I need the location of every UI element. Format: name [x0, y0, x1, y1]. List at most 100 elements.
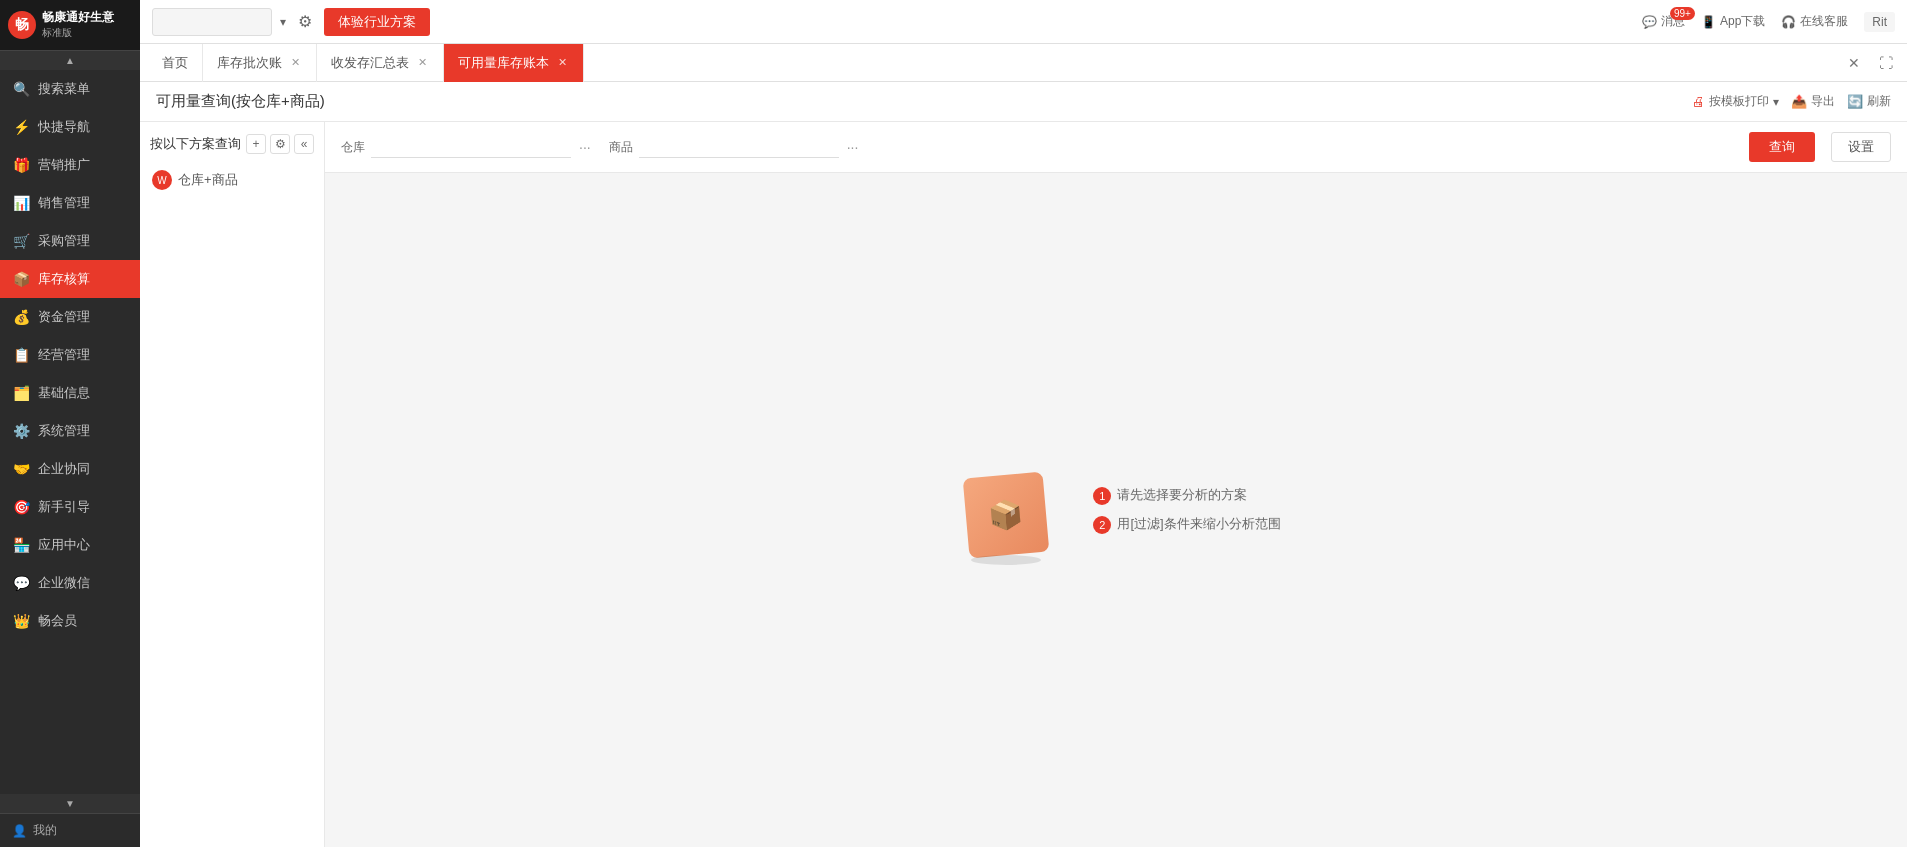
export-label: 导出 [1811, 93, 1835, 110]
search-icon: 🔍 [12, 81, 30, 97]
member-icon: 👑 [12, 613, 30, 629]
scheme-collapse-btn[interactable]: « [294, 134, 314, 154]
topbar: ▾ ⚙ 体验行业方案 💬 消息 99+ 📱 App下载 🎧 在线客服 Rit [140, 0, 1907, 44]
system-icon: ⚙️ [12, 423, 30, 439]
sidebar-item-newbie[interactable]: 🎯 新手引导 [0, 488, 140, 526]
msg-badge: 99+ [1670, 7, 1695, 20]
sidebar-label-system: 系统管理 [38, 422, 90, 440]
topbar-dropdown[interactable]: ▾ [280, 15, 286, 29]
sidebar-label-sales: 销售管理 [38, 194, 90, 212]
sidebar-item-apps[interactable]: 🏪 应用中心 [0, 526, 140, 564]
sidebar-label-enterprise: 企业协同 [38, 460, 90, 478]
scheme-add-btn[interactable]: + [246, 134, 266, 154]
sidebar-label-basic: 基础信息 [38, 384, 90, 402]
enterprise-icon: 🤝 [12, 461, 30, 477]
sidebar-label-apps: 应用中心 [38, 536, 90, 554]
page-header-actions: 🖨 按模板打印 ▾ 📤 导出 🔄 刷新 [1692, 93, 1891, 110]
warehouse-more-icon[interactable]: ··· [577, 139, 593, 155]
topbar-user[interactable]: Rit [1864, 12, 1895, 32]
empty-shadow [971, 555, 1041, 565]
tab-close-available-ledger[interactable]: ✕ [555, 56, 569, 70]
filter-row: 仓库 ··· 商品 ··· 查询 设置 [325, 122, 1907, 173]
sidebar-nav: 🔍 搜索菜单 ⚡ 快捷导航 🎁 营销推广 📊 销售管理 🛒 采购管理 📦 库存核… [0, 70, 140, 794]
query-button[interactable]: 查询 [1749, 132, 1815, 162]
scheme-settings-btn[interactable]: ⚙ [270, 134, 290, 154]
page-header: 可用量查询(按仓库+商品) 🖨 按模板打印 ▾ 📤 导出 🔄 刷新 [140, 82, 1907, 122]
user-name: Rit [1872, 15, 1887, 29]
warehouse-input[interactable] [371, 137, 571, 158]
sidebar-header-text: 畅康通好生意 标准版 [42, 10, 114, 40]
sidebar-scroll-down[interactable]: ▼ [0, 794, 140, 813]
topbar-app[interactable]: 📱 App下载 [1701, 13, 1765, 30]
tab-close-collect-ledger[interactable]: ✕ [415, 56, 429, 70]
topbar-msg[interactable]: 💬 消息 99+ [1642, 13, 1685, 30]
close-window-btn[interactable]: ✕ [1841, 50, 1867, 76]
sidebar-item-quick-nav[interactable]: ⚡ 快捷导航 [0, 108, 140, 146]
sidebar-item-marketing[interactable]: 🎁 营销推广 [0, 146, 140, 184]
industry-btn[interactable]: 体验行业方案 [324, 8, 430, 36]
sidebar-label-finance: 资金管理 [38, 308, 90, 326]
empty-hint-2: 2 用[过滤]条件来缩小分析范围 [1093, 515, 1280, 534]
hint-text-2: 用[过滤]条件来缩小分析范围 [1117, 515, 1280, 533]
sidebar-label-weixin: 企业微信 [38, 574, 90, 592]
sidebar-title: 畅康通好生意 [42, 10, 114, 26]
sidebar-item-inventory[interactable]: 📦 库存核算 [0, 260, 140, 298]
box-face-icon: 📦 [988, 497, 1026, 533]
refresh-icon: 🔄 [1847, 94, 1863, 109]
tab-close-batch-ledger[interactable]: ✕ [288, 56, 302, 70]
operation-icon: 📋 [12, 347, 30, 363]
scheme-item-warehouse-product[interactable]: W 仓库+商品 [140, 162, 324, 198]
sidebar-label-operation: 经营管理 [38, 346, 90, 364]
topbar-service[interactable]: 🎧 在线客服 [1781, 13, 1848, 30]
sidebar-item-finance[interactable]: 💰 资金管理 [0, 298, 140, 336]
tab-batch-ledger[interactable]: 库存批次账✕ [203, 44, 317, 82]
scheme-panel-header: 按以下方案查询 + ⚙ « [140, 130, 324, 162]
empty-hint-1: 1 请先选择要分析的方案 [1093, 486, 1280, 505]
product-input[interactable] [639, 137, 839, 158]
empty-hints: 1 请先选择要分析的方案 2 用[过滤]条件来缩小分析范围 [1093, 486, 1280, 534]
settings-button[interactable]: 设置 [1831, 132, 1891, 162]
refresh-label: 刷新 [1867, 93, 1891, 110]
finance-icon: 💰 [12, 309, 30, 325]
sidebar-item-purchase[interactable]: 🛒 采购管理 [0, 222, 140, 260]
tabs-bar: 首页库存批次账✕收发存汇总表✕可用量库存账本✕ ✕ ⛶ [140, 44, 1907, 82]
headset-icon: 🎧 [1781, 15, 1796, 29]
sidebar-item-basic[interactable]: 🗂️ 基础信息 [0, 374, 140, 412]
sales-icon: 📊 [12, 195, 30, 211]
basic-icon: 🗂️ [12, 385, 30, 401]
gear-icon[interactable]: ⚙ [298, 12, 312, 31]
tab-collect-ledger[interactable]: 收发存汇总表✕ [317, 44, 444, 82]
print-btn[interactable]: 🖨 按模板打印 ▾ [1692, 93, 1779, 110]
empty-state: 📦 1 请先选择要分析的方案 2 用[过滤]条件来缩小分析范围 [325, 173, 1907, 847]
topbar-search-input[interactable] [152, 8, 272, 36]
warehouse-label: 仓库 [341, 139, 365, 156]
export-btn[interactable]: 📤 导出 [1791, 93, 1835, 110]
hint-num-2: 2 [1093, 516, 1111, 534]
sidebar-item-system[interactable]: ⚙️ 系统管理 [0, 412, 140, 450]
scheme-item-label: 仓库+商品 [178, 171, 238, 189]
sidebar: 畅 畅康通好生意 标准版 ▲ 🔍 搜索菜单 ⚡ 快捷导航 🎁 营销推广 📊 销售… [0, 0, 140, 847]
sidebar-item-weixin[interactable]: 💬 企业微信 [0, 564, 140, 602]
scheme-panel-title: 按以下方案查询 [150, 135, 241, 153]
sidebar-item-enterprise[interactable]: 🤝 企业协同 [0, 450, 140, 488]
sidebar-item-search[interactable]: 🔍 搜索菜单 [0, 70, 140, 108]
sidebar-label-purchase: 采购管理 [38, 232, 90, 250]
service-label: 在线客服 [1800, 13, 1848, 30]
empty-box: 📦 [963, 472, 1050, 559]
sidebar-label-quick-nav: 快捷导航 [38, 118, 90, 136]
sidebar-item-sales[interactable]: 📊 销售管理 [0, 184, 140, 222]
sidebar-item-member[interactable]: 👑 畅会员 [0, 602, 140, 640]
product-more-icon[interactable]: ··· [845, 139, 861, 155]
sidebar-item-operation[interactable]: 📋 经营管理 [0, 336, 140, 374]
scheme-panel: 按以下方案查询 + ⚙ « W 仓库+商品 [140, 122, 325, 847]
tab-available-ledger[interactable]: 可用量库存账本✕ [444, 44, 584, 82]
query-panel: 仓库 ··· 商品 ··· 查询 设置 📦 [325, 122, 1907, 847]
sidebar-scroll-up[interactable]: ▲ [0, 51, 140, 70]
refresh-btn[interactable]: 🔄 刷新 [1847, 93, 1891, 110]
topbar-right: 💬 消息 99+ 📱 App下载 🎧 在线客服 Rit [1642, 12, 1895, 32]
maximize-btn[interactable]: ⛶ [1873, 50, 1899, 76]
tab-home[interactable]: 首页 [148, 44, 203, 82]
sidebar-footer[interactable]: 👤 我的 [0, 813, 140, 847]
message-icon: 💬 [1642, 15, 1657, 29]
warehouse-filter: 仓库 ··· [341, 137, 593, 158]
